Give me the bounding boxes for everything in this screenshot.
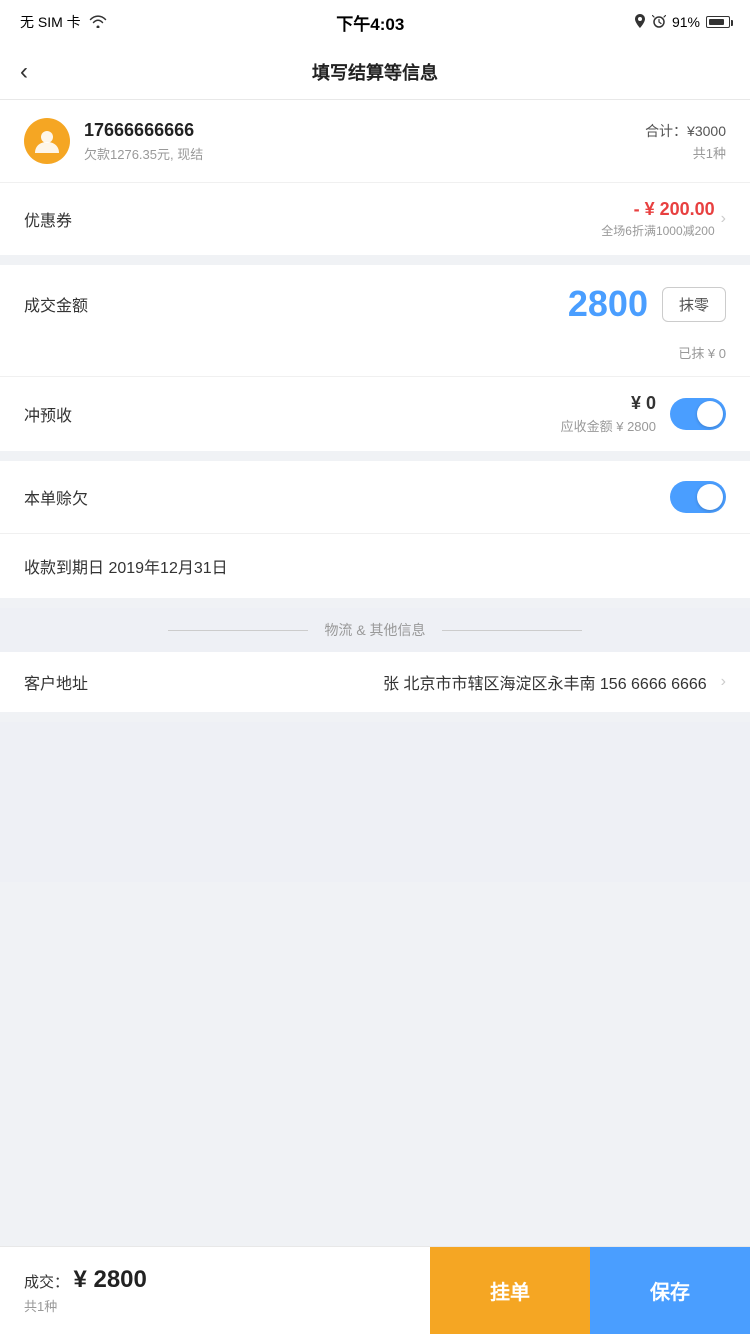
deal-sub: 已抹 ¥ 0 [0,343,750,376]
precollect-row: 冲预收 ¥ 0 应收金额 ¥ 2800 [0,376,750,451]
customer-card: 17666666666 欠款1276.35元, 现结 合计：¥3000 共1种 … [0,100,750,255]
bottom-summary: 成交： ¥ 2800 共1种 [0,1266,430,1315]
duedate-text: 收款到期日 2019年12月31日 [24,560,228,577]
bottom-deal-label: 成交： [24,1274,69,1291]
back-button[interactable]: ‹ [20,58,28,86]
address-row[interactable]: 客户地址 张 北京市市辖区海淀区永丰南 156 6666 6666 › [0,652,750,712]
customer-left: 17666666666 欠款1276.35元, 现结 [24,118,203,164]
round-button[interactable]: 抹零 [662,287,726,322]
status-right: 91% [634,14,730,31]
battery-text: 91% [672,14,700,30]
precollect-label: 冲预收 [24,402,72,426]
section-divider: 物流 & 其他信息 [0,608,750,652]
deal-amount-row: 成交金额 2800 抹零 [0,265,750,343]
divider-text: 物流 & 其他信息 [324,620,425,640]
customer-info: 17666666666 欠款1276.35元, 现结 [84,120,203,163]
bottom-actions: 挂单 保存 [430,1247,750,1334]
precollect-values: ¥ 0 应收金额 ¥ 2800 [561,393,656,435]
page-title: 填写结算等信息 [312,59,438,85]
customer-sub: 欠款1276.35元, 现结 [84,144,203,163]
battery-icon [706,16,730,28]
address-chevron-icon: › [721,673,726,691]
customer-totals: 合计：¥3000 共1种 [645,121,726,162]
address-value: 张 北京市市辖区海淀区永丰南 156 6666 6666 [383,670,707,694]
coupon-label: 优惠券 [24,207,72,231]
debt-card: 本单赊欠 收款到期日 2019年12月31日 [0,461,750,598]
total-label: 合计：¥3000 [645,121,726,141]
divider-line-right [442,630,582,631]
divider-line-left [168,630,308,631]
nav-bar: ‹ 填写结算等信息 [0,44,750,100]
coupon-right-area: - ¥ 200.00 全场6折满1000减200 › [601,199,726,239]
deal-section: 成交金额 2800 抹零 已抹 ¥ 0 冲预收 ¥ 0 应收金额 ¥ 2800 [0,265,750,451]
duedate-row: 收款到期日 2019年12月31日 [0,533,750,598]
avatar [24,118,70,164]
customer-phone: 17666666666 [84,120,203,141]
coupon-amount: - ¥ 200.00 [601,199,714,220]
debt-row: 本单赊欠 [0,461,750,533]
bottom-deal-row: 成交： ¥ 2800 [24,1266,406,1294]
debt-label: 本单赊欠 [24,485,88,509]
status-left: 无 SIM 卡 [20,12,107,32]
bottom-deal-count: 共1种 [24,1296,406,1315]
wifi-icon [89,14,107,31]
deal-label: 成交金额 [24,292,88,316]
empty-area [0,722,750,882]
status-time: 下午4:03 [336,10,404,35]
precollect-right: ¥ 0 应收金额 ¥ 2800 [561,393,726,435]
total-count: 共1种 [645,143,726,162]
bottom-deal-amount: ¥ 2800 [73,1266,146,1293]
coupon-chevron-icon: › [721,210,726,228]
debt-toggle[interactable] [670,481,726,513]
no-sim-text: 无 SIM 卡 [20,12,81,32]
coupon-row[interactable]: 优惠券 - ¥ 200.00 全场6折满1000减200 › [0,182,750,255]
customer-row: 17666666666 欠款1276.35元, 现结 合计：¥3000 共1种 [0,100,750,182]
coupon-desc: 全场6折满1000减200 [601,222,714,239]
status-bar: 无 SIM 卡 下午4:03 91% [0,0,750,44]
address-label: 客户地址 [24,670,88,694]
save-button[interactable]: 保存 [590,1247,750,1334]
coupon-values: - ¥ 200.00 全场6折满1000减200 [601,199,714,239]
address-card: 客户地址 张 北京市市辖区海淀区永丰南 156 6666 6666 › [0,652,750,712]
address-right: 张 北京市市辖区海淀区永丰南 156 6666 6666 › [108,670,726,694]
content: 17666666666 欠款1276.35元, 现结 合计：¥3000 共1种 … [0,100,750,972]
precollect-toggle[interactable] [670,398,726,430]
hang-button[interactable]: 挂单 [430,1247,590,1334]
precollect-amount: ¥ 0 [561,393,656,414]
location-icon [634,14,646,31]
bottom-bar: 成交： ¥ 2800 共1种 挂单 保存 [0,1246,750,1334]
deal-value: 2800 [568,283,648,325]
alarm-icon [652,14,666,31]
precollect-sub: 应收金额 ¥ 2800 [561,416,656,435]
deal-amount-right: 2800 抹零 [568,283,726,325]
